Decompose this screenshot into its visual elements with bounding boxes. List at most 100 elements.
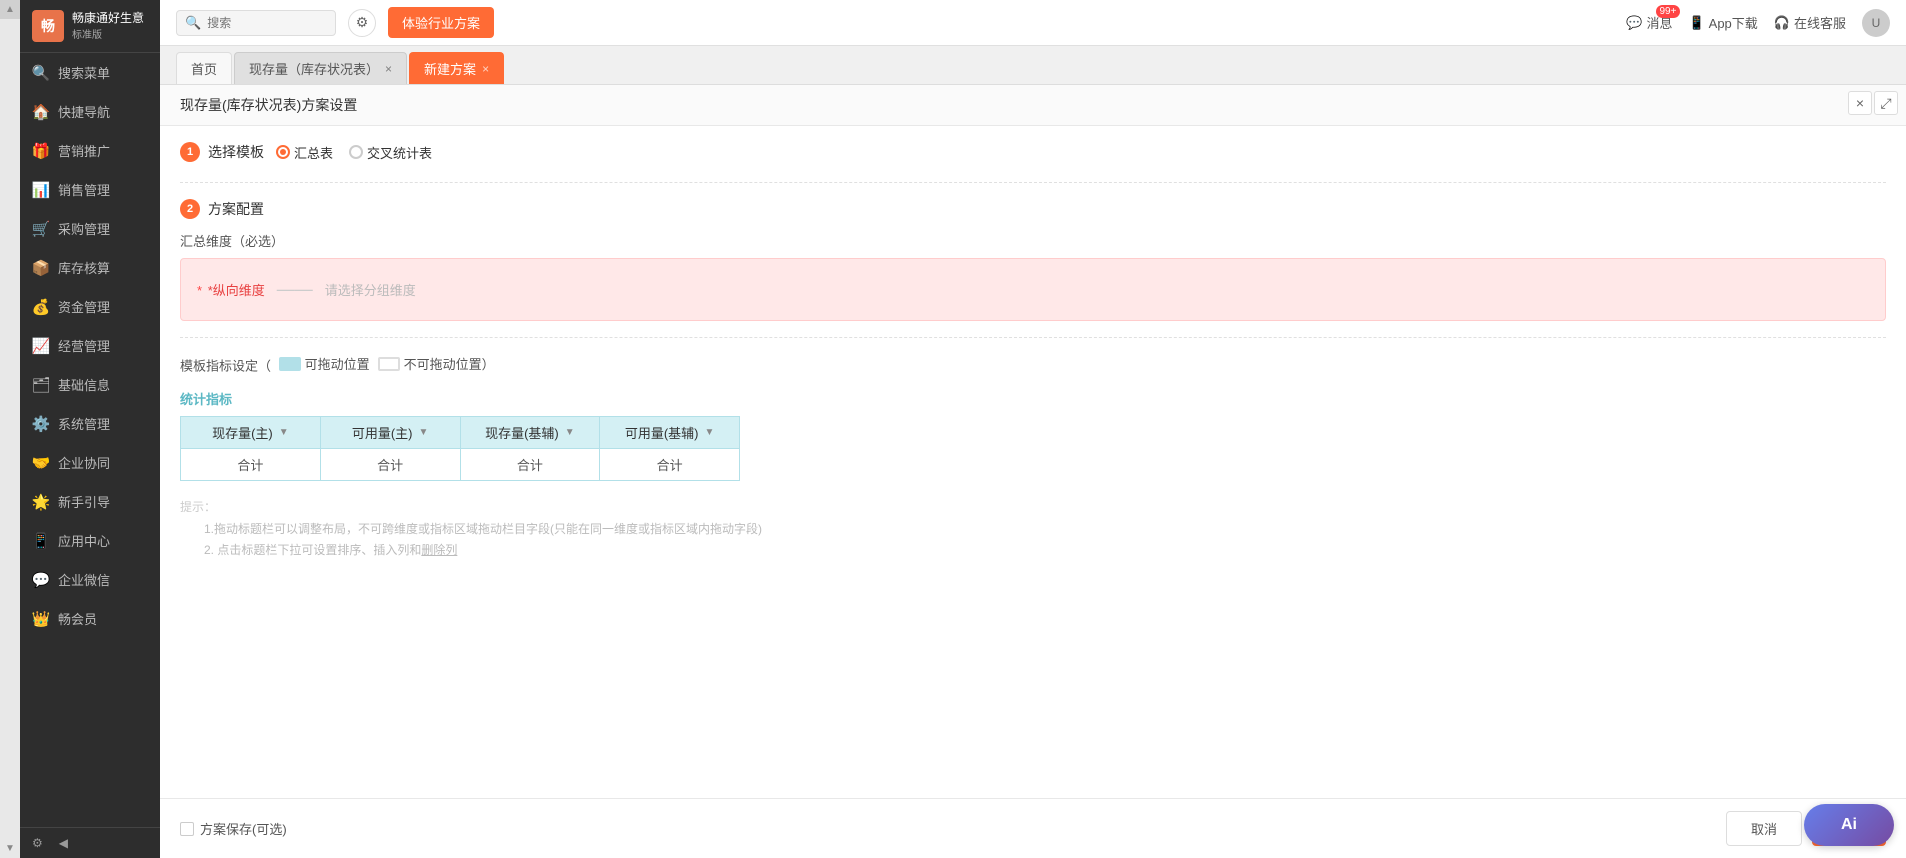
sidebar-item-wechat[interactable]: 💬 企业微信 [20, 560, 160, 599]
sidebar-footer: ⚙ ◀ [20, 827, 160, 858]
save-checkbox[interactable] [180, 822, 194, 836]
sidebar-item-basic-info[interactable]: 🗂 基础信息 [20, 365, 160, 404]
sidebar-item-label: 库存核算 [58, 258, 110, 277]
sidebar-item-members[interactable]: 👑 畅会员 [20, 599, 160, 638]
indicator-section: 模板指标设定（ 可拖动位置 不可拖动位置） [180, 354, 1886, 481]
sidebar-item-label: 应用中心 [58, 531, 110, 550]
vertical-dim-label: * *纵向维度 [197, 280, 265, 299]
col3-chevron[interactable]: ▼ [565, 427, 575, 438]
divider2 [180, 337, 1886, 338]
cell-row1-col3: 合计 [460, 449, 600, 481]
scroll-up-arrow[interactable]: ▲ [0, 0, 20, 19]
tab-new-plan[interactable]: 新建方案 × [409, 52, 504, 84]
sidebar-item-business[interactable]: 📈 经营管理 [20, 326, 160, 365]
user-avatar[interactable]: U [1862, 9, 1890, 37]
message-button[interactable]: 💬 消息 99+ [1626, 13, 1672, 32]
app-download-link[interactable]: 📱 App下载 [1688, 13, 1757, 32]
col3-label: 现存量(基辅) [485, 423, 559, 442]
trial-button[interactable]: 体验行业方案 [388, 7, 494, 38]
sidebar-item-purchase[interactable]: 🛒 采购管理 [20, 209, 160, 248]
sidebar-item-search-menu[interactable]: 🔍 搜索菜单 [20, 53, 160, 92]
app-name: 畅康通好生意 [72, 11, 144, 27]
sidebar-item-inventory[interactable]: 📦 库存核算 [20, 248, 160, 287]
sidebar-item-label: 系统管理 [58, 414, 110, 433]
table-row: 合计 合计 合计 合计 [181, 449, 740, 481]
sidebar-item-label: 企业微信 [58, 570, 110, 589]
sidebar-item-sales[interactable]: 📊 销售管理 [20, 170, 160, 209]
ai-fab-label: Ai [1841, 816, 1857, 834]
sidebar-item-system[interactable]: ⚙️ 系统管理 [20, 404, 160, 443]
ai-fab-button[interactable]: Ai [1804, 804, 1894, 846]
topbar-search-box[interactable]: 🔍 [176, 10, 336, 36]
non-draggable-legend-item: 不可拖动位置） [378, 354, 495, 373]
draggable-legend-item: 可拖动位置 [279, 354, 370, 373]
sidebar-item-label: 采购管理 [58, 219, 110, 238]
tab-new-plan-close[interactable]: × [482, 62, 489, 76]
sidebar-item-app-center[interactable]: 📱 应用中心 [20, 521, 160, 560]
table-header-col2: 可用量(主) ▼ [320, 417, 460, 449]
business-icon: 📈 [32, 337, 50, 355]
close-icon: × [1856, 95, 1864, 111]
sidebar-scroll: ▲ ▼ [0, 0, 20, 858]
step2-badge: 2 [180, 199, 200, 219]
sidebar-nav: 🔍 搜索菜单 🏠 快捷导航 🎁 营销推广 📊 销售管理 🛒 采购管理 📦 库存核… [20, 53, 160, 827]
step2-title: 2 方案配置 [180, 199, 1886, 219]
online-service-link[interactable]: 🎧 在线客服 [1774, 13, 1846, 32]
col2-chevron[interactable]: ▼ [419, 427, 429, 438]
dimension-field-label: 汇总维度（必选） [180, 231, 1886, 250]
sidebar-item-quick-nav[interactable]: 🏠 快捷导航 [20, 92, 160, 131]
sidebar-item-label: 经营管理 [58, 336, 110, 355]
step2-label: 方案配置 [208, 199, 264, 219]
finance-icon: 💰 [32, 298, 50, 316]
cooperation-icon: 🤝 [32, 454, 50, 472]
guide-icon: 🌟 [32, 493, 50, 511]
marketing-icon: 🎁 [32, 142, 50, 160]
basic-info-icon: 🗂 [32, 376, 50, 394]
radio-summary-label: 汇总表 [294, 143, 333, 162]
sidebar-item-cooperation[interactable]: 🤝 企业协同 [20, 443, 160, 482]
required-star: * [197, 283, 202, 298]
headset-icon: 🎧 [1774, 15, 1790, 31]
tab-inventory-status[interactable]: 现存量（库存状况表） × [234, 52, 407, 84]
search-input[interactable] [207, 16, 317, 30]
sidebar-item-finance[interactable]: 💰 资金管理 [20, 287, 160, 326]
system-icon: ⚙️ [32, 415, 50, 433]
step1-badge: 1 [180, 142, 200, 162]
cancel-button[interactable]: 取消 [1726, 811, 1802, 846]
sales-icon: 📊 [32, 181, 50, 199]
tab-inventory-label: 现存量（库存状况表） [249, 59, 379, 78]
topbar-settings-button[interactable]: ⚙ [348, 9, 376, 37]
radio-summary[interactable]: 汇总表 [276, 143, 333, 162]
collapse-icon[interactable]: ◀ [59, 836, 68, 850]
step1-title: 1 选择模板 汇总表 交叉统计表 [180, 142, 1886, 162]
sidebar-item-label: 畅会员 [58, 609, 97, 628]
sidebar-item-guide[interactable]: 🌟 新手引导 [20, 482, 160, 521]
panel-expand-button[interactable]: ⤢ [1874, 91, 1898, 115]
topbar: 🔍 ⚙ 体验行业方案 💬 消息 99+ 📱 App下载 🎧 在线客服 [160, 0, 1906, 46]
scroll-down-arrow[interactable]: ▼ [0, 839, 20, 858]
form-body: 1 选择模板 汇总表 交叉统计表 [160, 126, 1906, 798]
save-checkbox-label[interactable]: 方案保存(可选) [180, 819, 287, 838]
col4-chevron[interactable]: ▼ [705, 427, 715, 438]
sidebar-item-label: 基础信息 [58, 375, 110, 394]
sidebar-item-label: 资金管理 [58, 297, 110, 316]
draggable-box [279, 357, 301, 371]
col1-chevron[interactable]: ▼ [279, 427, 289, 438]
sidebar-logo: 畅 畅康通好生意 标准版 [20, 0, 160, 53]
radio-crosstab[interactable]: 交叉统计表 [349, 143, 432, 162]
col1-label: 现存量(主) [212, 423, 273, 442]
sidebar-item-marketing[interactable]: 🎁 营销推广 [20, 131, 160, 170]
tab-home-label: 首页 [191, 59, 217, 78]
step1-section: 1 选择模板 汇总表 交叉统计表 [180, 142, 1886, 162]
step2-section: 2 方案配置 汇总维度（必选） * *纵向维度 —— 请选择分组维度 [180, 199, 1886, 562]
tab-home[interactable]: 首页 [176, 52, 232, 84]
app-version: 标准版 [72, 26, 144, 41]
panel-close-button[interactable]: × [1848, 91, 1872, 115]
app-center-icon: 📱 [32, 532, 50, 550]
form-title: 现存量(库存状况表)方案设置 [180, 97, 357, 113]
tab-inventory-close[interactable]: × [385, 62, 392, 76]
stats-title: 统计指标 [180, 389, 1886, 408]
inventory-icon: 📦 [32, 259, 50, 277]
settings-footer-icon[interactable]: ⚙ [32, 836, 43, 850]
dimension-selector[interactable]: * *纵向维度 —— 请选择分组维度 [180, 258, 1886, 321]
